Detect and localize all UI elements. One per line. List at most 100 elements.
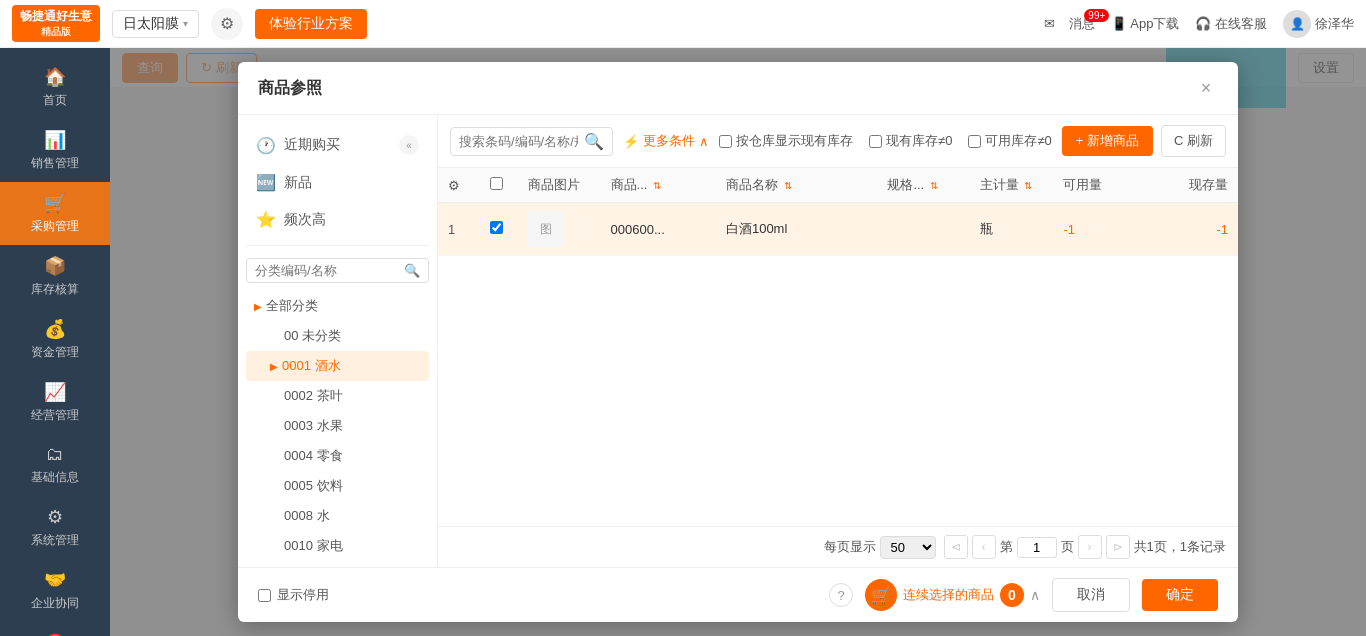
nav-item-recent[interactable]: 🕐 近期购买 « xyxy=(246,127,429,163)
nonzero-stock-checkbox[interactable]: 现有库存≠0 xyxy=(869,132,952,150)
row-checkbox[interactable] xyxy=(490,221,503,234)
online-service-link[interactable]: 🎧 在线客服 xyxy=(1195,15,1267,33)
cancel-button[interactable]: 取消 xyxy=(1052,578,1130,612)
warehouse-checkbox-input[interactable] xyxy=(719,135,732,148)
refresh-btn[interactable]: C 刷新 xyxy=(1161,125,1226,157)
purchase-icon: 🛒 xyxy=(44,192,66,214)
sidebar-item-purchase[interactable]: 🛒 采购管理 xyxy=(0,182,110,245)
settings-icon[interactable]: ⚙ xyxy=(211,8,243,40)
tree-appliance[interactable]: 0010 家电 xyxy=(246,531,429,555)
sidebar-item-basic[interactable]: 🗂 基础信息 xyxy=(0,434,110,496)
tree-snack[interactable]: 0004 零食 xyxy=(246,441,429,471)
th-spec[interactable]: 规格... ⇅ xyxy=(877,168,969,203)
app-download-link[interactable]: 📱 App下载 xyxy=(1111,15,1179,33)
tree-all[interactable]: ▶ 全部分类 xyxy=(246,291,429,321)
sidebar-item-inventory[interactable]: 📦 库存核算 xyxy=(0,245,110,308)
product-table: ⚙ 商品图片 商品... ⇅ 商品名称 xyxy=(438,168,1238,526)
tree-uncategorized[interactable]: 00 未分类 xyxy=(246,321,429,351)
filter-icon: ⚡ xyxy=(623,134,639,149)
tree-arrow-active-icon: ▶ xyxy=(270,361,278,372)
th-settings[interactable]: ⚙ xyxy=(438,168,480,203)
chevron-up-icon[interactable]: ∧ xyxy=(1030,587,1040,603)
add-product-btn[interactable]: + 新增商品 xyxy=(1062,126,1153,156)
prev-page-btn[interactable]: ‹ xyxy=(972,535,996,559)
last-page-btn[interactable]: ⊳ xyxy=(1106,535,1130,559)
category-search: 🔍 xyxy=(246,258,429,283)
nav-item-frequent[interactable]: ⭐ 频次高 xyxy=(246,202,429,237)
sidebar-item-collab[interactable]: 🤝 企业协同 xyxy=(0,559,110,622)
filter-btn[interactable]: ⚡ 更多条件 ∧ xyxy=(623,132,709,150)
sidebar-item-home[interactable]: 🏠 首页 xyxy=(0,56,110,119)
first-page-btn[interactable]: ⊲ xyxy=(944,535,968,559)
message-icon: ✉ xyxy=(1044,16,1055,31)
page-size-select[interactable]: 50 10 20 100 xyxy=(880,536,936,559)
tree-fruit[interactable]: 0003 水果 xyxy=(246,411,429,441)
show-disabled-checkbox[interactable] xyxy=(258,589,271,602)
left-divider xyxy=(246,245,429,246)
warehouse-stock-checkbox[interactable]: 按仓库显示现有库存 xyxy=(719,132,853,150)
row-checkbox-cell[interactable] xyxy=(480,203,518,256)
next-page-btn[interactable]: › xyxy=(1078,535,1102,559)
sort-name-icon: ⇅ xyxy=(784,180,792,191)
search-icon: 🔍 xyxy=(404,263,420,278)
user-menu[interactable]: 👤 徐泽华 xyxy=(1283,10,1354,38)
modal-header: 商品参照 × xyxy=(238,62,1238,115)
modal-close-button[interactable]: × xyxy=(1194,76,1218,100)
help-icon[interactable]: ? xyxy=(829,583,853,607)
nonzero-checkbox-input[interactable] xyxy=(869,135,882,148)
sidebar-item-system[interactable]: ⚙ 系统管理 xyxy=(0,496,110,559)
row-num: 1 xyxy=(438,203,480,256)
show-disabled-label[interactable]: 显示停用 xyxy=(258,586,329,604)
category-search-input[interactable] xyxy=(255,263,400,278)
confirm-button[interactable]: 确定 xyxy=(1142,579,1218,611)
select-all-checkbox[interactable] xyxy=(490,177,503,190)
product-reference-modal: 商品参照 × 🕐 近期购买 « � xyxy=(238,62,1238,622)
sort-spec-icon: ⇅ xyxy=(930,180,938,191)
tree-wine[interactable]: ▶ 0001 酒水 xyxy=(246,351,429,381)
sidebar-item-operation[interactable]: 📈 经营管理 xyxy=(0,371,110,434)
sidebar: 🏠 首页 📊 销售管理 🛒 采购管理 📦 库存核算 💰 资金管理 📈 经营管理 … xyxy=(0,48,110,636)
product-search-input[interactable] xyxy=(459,134,578,149)
modal-overlay: 商品参照 × 🕐 近期购买 « � xyxy=(110,48,1366,636)
th-name[interactable]: 商品名称 ⇅ xyxy=(716,168,877,203)
sidebar-item-finance[interactable]: 💰 资金管理 xyxy=(0,308,110,371)
guide-icon: 🎯 xyxy=(44,632,66,636)
nonzero-avail-input[interactable] xyxy=(968,135,981,148)
nonzero-avail-checkbox[interactable]: 可用库存≠0 xyxy=(968,132,1051,150)
cart-icon: 🛒 xyxy=(865,579,897,611)
tree-tea[interactable]: 0002 茶叶 xyxy=(246,381,429,411)
row-unit: 瓶 xyxy=(970,203,1054,256)
th-code[interactable]: 商品... ⇅ xyxy=(601,168,716,203)
avatar: 👤 xyxy=(1283,10,1311,38)
sidebar-item-sales[interactable]: 📊 销售管理 xyxy=(0,119,110,182)
collapse-btn[interactable]: « xyxy=(399,135,419,155)
sidebar-item-guide[interactable]: 🎯 新手引导 xyxy=(0,622,110,636)
th-select-all[interactable] xyxy=(480,168,518,203)
message-badge: 99+ xyxy=(1084,9,1109,22)
product-selector[interactable]: 日太阳膜 ▾ xyxy=(112,10,199,38)
row-code: 000600... xyxy=(601,203,716,256)
row-spec xyxy=(877,203,969,256)
product-search-icon[interactable]: 🔍 xyxy=(584,132,604,151)
modal-toolbar: 🔍 ⚡ 更多条件 ∧ 按仓库显示现有库存 xyxy=(438,115,1238,168)
tree-drink[interactable]: 0005 饮料 xyxy=(246,471,429,501)
nav-item-new[interactable]: 🆕 新品 xyxy=(246,165,429,200)
table-row[interactable]: 1 图 000600... 白酒100ml 瓶 xyxy=(438,203,1238,256)
tree-water[interactable]: 0008 水 xyxy=(246,501,429,531)
navbar-right: ✉ 99+ 消息 📱 App下载 🎧 在线客服 👤 徐泽华 xyxy=(1044,10,1354,38)
th-stock: 现存量 xyxy=(1146,168,1238,203)
message-nav[interactable]: ✉ 99+ 消息 xyxy=(1044,15,1095,33)
navbar: 畅捷通好生意 精品版 日太阳膜 ▾ ⚙ 体验行业方案 ✉ 99+ 消息 📱 Ap… xyxy=(0,0,1366,48)
cart-count: 0 xyxy=(1000,583,1024,607)
sales-icon: 📊 xyxy=(44,129,66,151)
operation-icon: 📈 xyxy=(44,381,66,403)
th-unit[interactable]: 主计量 ⇅ xyxy=(970,168,1054,203)
product-img: 图 xyxy=(528,211,564,247)
page-size: 每页显示 50 10 20 100 xyxy=(824,536,936,559)
experience-btn[interactable]: 体验行业方案 xyxy=(255,9,367,39)
page-nav: ⊲ ‹ 第 页 › ⊳ 共1页，1条记录 xyxy=(944,535,1226,559)
new-icon: 🆕 xyxy=(256,173,276,192)
frequent-icon: ⭐ xyxy=(256,210,276,229)
main-layout: 🏠 首页 📊 销售管理 🛒 采购管理 📦 库存核算 💰 资金管理 📈 经营管理 … xyxy=(0,48,1366,636)
page-input[interactable] xyxy=(1017,537,1057,558)
